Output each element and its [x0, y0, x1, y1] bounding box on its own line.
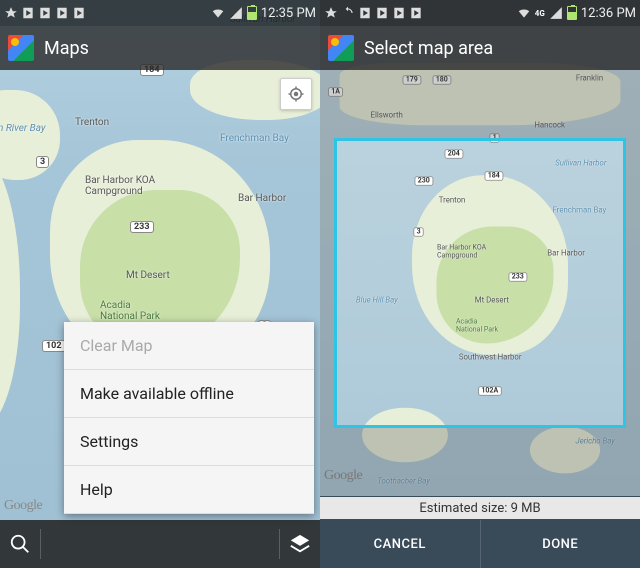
route-shield-1a: 1A [328, 87, 343, 96]
maps-app-icon[interactable] [8, 35, 34, 61]
menu-help[interactable]: Help [64, 466, 314, 514]
app-bar: Select map area [320, 26, 640, 70]
maps-app-icon[interactable] [328, 35, 354, 61]
battery-icon [247, 6, 257, 20]
label-mtdesert: Mt Desert [126, 270, 170, 281]
play-icon [358, 6, 372, 20]
cancel-button[interactable]: CANCEL [320, 520, 481, 568]
menu-settings[interactable]: Settings [64, 418, 314, 466]
overflow-menu: Clear Map Make available offline Setting… [64, 322, 314, 514]
wifi-icon [211, 6, 225, 20]
carrier-tech: 4G [535, 9, 545, 18]
status-clock: 12:35 PM [261, 6, 316, 21]
label-jericho: Jericho Bay [576, 437, 615, 446]
estimated-size-bar: Estimated size: 9 MB [320, 496, 640, 520]
signal-icon [229, 6, 243, 20]
play-icon [55, 6, 69, 20]
route-shield-3: 3 [36, 156, 49, 168]
bottom-bar [0, 520, 320, 568]
app-title: Select map area [364, 38, 493, 59]
search-button[interactable] [0, 533, 40, 555]
battery-icon [567, 6, 577, 20]
menu-clear-map[interactable]: Clear Map [64, 322, 314, 370]
route-shield-179: 179 [403, 75, 421, 84]
status-bar: 12:35 PM [0, 0, 320, 26]
wifi-icon [517, 6, 531, 20]
gps-icon [4, 6, 18, 20]
label-franklin: Franklin [576, 74, 603, 83]
play-icon [72, 6, 86, 20]
google-watermark: Google [4, 498, 42, 514]
play-icon [21, 6, 35, 20]
label-toothacher: Toothacher Bay [377, 477, 430, 486]
app-title: Maps [44, 38, 89, 59]
app-bar: Maps [0, 26, 320, 70]
status-bar: 4G 12:36 PM [320, 0, 640, 26]
label-frenchman: Frenchman Bay [220, 133, 289, 144]
play-icon [409, 6, 423, 20]
route-shield-102: 102 [42, 340, 66, 352]
play-icon [38, 6, 52, 20]
route-shield-180: 180 [433, 75, 451, 84]
gps-icon [324, 6, 338, 20]
label-hancock: Hancock [534, 121, 565, 130]
play-icon [375, 6, 389, 20]
label-acadia: Acadia National Park [100, 300, 160, 322]
label-koa: Bar Harbor KOA Campground [85, 175, 155, 197]
my-location-button[interactable] [280, 78, 312, 110]
done-button[interactable]: DONE [481, 520, 640, 568]
play-icon [392, 6, 406, 20]
screenshot-right: Franklin Ellsworth Hancock Sullivan Harb… [320, 0, 640, 568]
label-barharbor: Bar Harbor [238, 193, 286, 204]
signal-icon [549, 6, 563, 20]
google-watermark: Google [324, 468, 362, 484]
label-trenton: Trenton [75, 117, 109, 128]
action-bar: CANCEL DONE [320, 520, 640, 568]
rotate-icon [341, 6, 355, 20]
screenshot-left: Sullivan Harbor n River Bay Trenton Fren… [0, 0, 320, 568]
label-riverbay: n River Bay [0, 123, 46, 134]
layers-button[interactable] [280, 533, 320, 555]
menu-make-offline[interactable]: Make available offline [64, 370, 314, 418]
route-shield-233: 233 [130, 221, 154, 233]
status-clock: 12:36 PM [581, 6, 636, 21]
label-ellsworth: Ellsworth [371, 111, 403, 120]
selection-rectangle[interactable] [334, 138, 626, 428]
